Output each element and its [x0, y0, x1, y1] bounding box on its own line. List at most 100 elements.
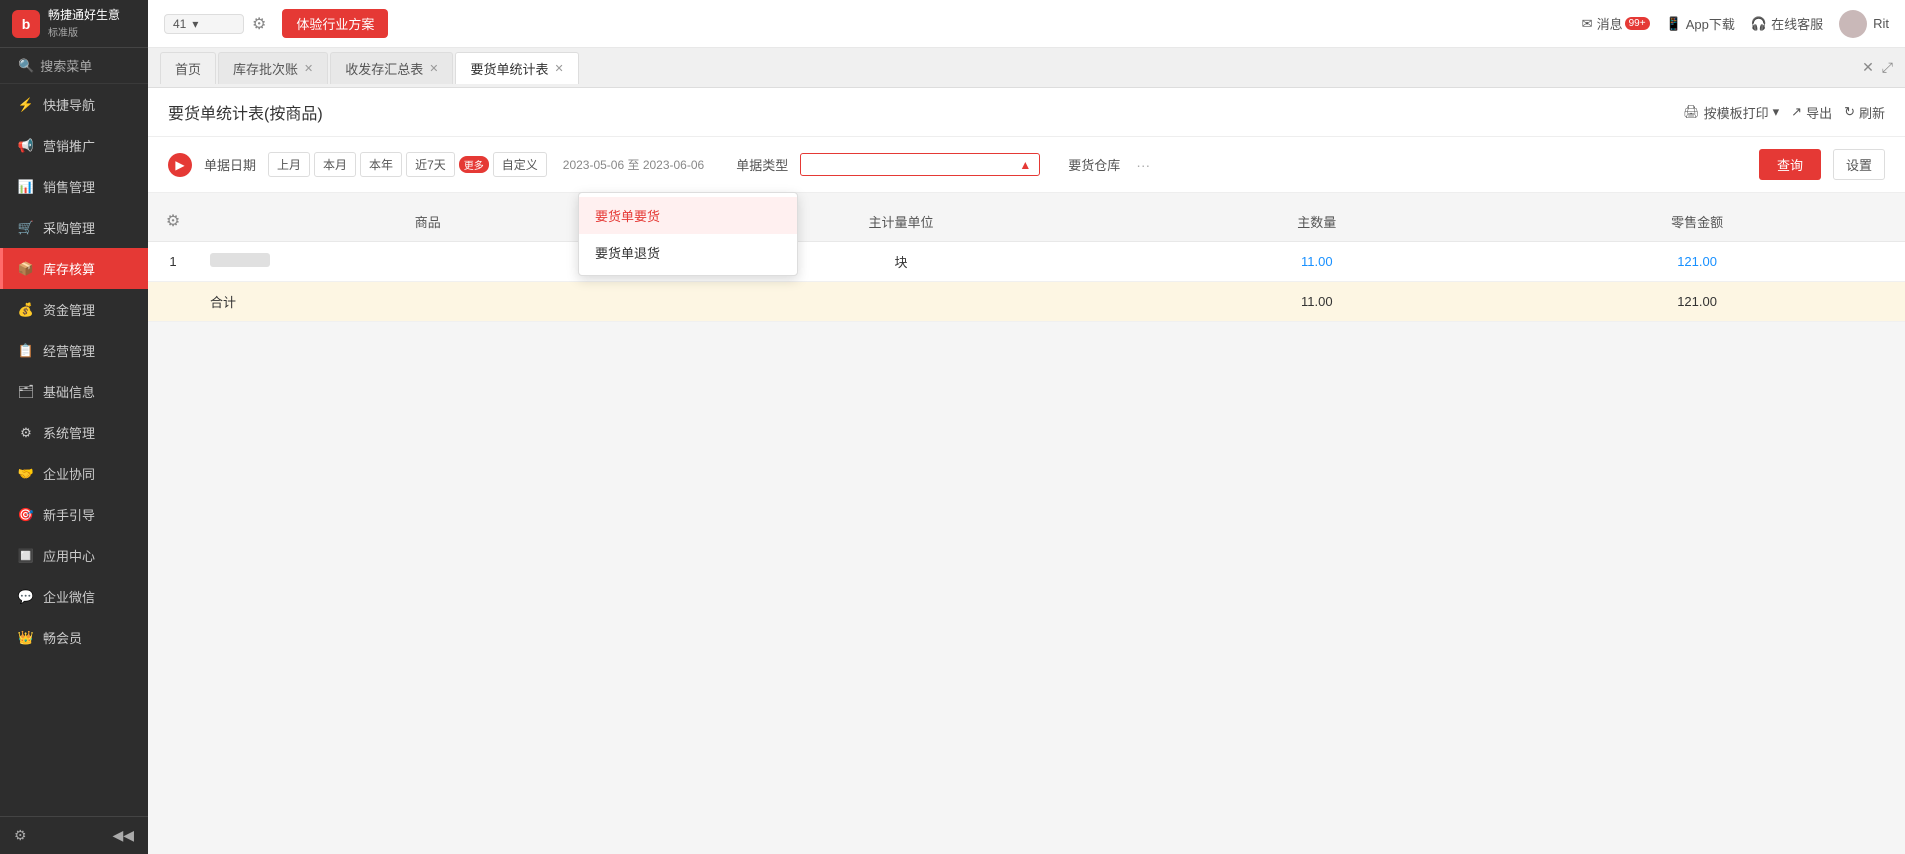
col-settings-icon[interactable]: ⚙	[166, 213, 180, 230]
topbar-right: ✉ 消息 99+ 📱 App下载 🎧 在线客服 Rit	[1582, 10, 1889, 38]
online-service-label: 在线客服	[1771, 14, 1823, 33]
export-label: 导出	[1806, 103, 1832, 122]
search-icon: 🔍	[18, 58, 34, 74]
bill-type-input[interactable]	[809, 157, 1015, 172]
bill-type-input-group: ▲	[800, 153, 1040, 176]
sidebar-bottom: ⚙ ◀◀	[0, 816, 148, 854]
col-header-amount: 零售金额	[1489, 201, 1905, 242]
nav-icon-9: 🤝	[17, 465, 35, 483]
page-actions: 🖨 按模板打印 ▾ ↗ 导出 ↻ 刷新	[1683, 103, 1885, 122]
query-button[interactable]: 查询	[1759, 149, 1821, 180]
print-button[interactable]: 🖨 按模板打印 ▾	[1683, 103, 1779, 122]
warehouse-label: 要货仓库	[1068, 155, 1120, 174]
sidebar-search[interactable]: 🔍 搜索菜单	[0, 48, 148, 84]
sidebar-item-经营管理[interactable]: 📋经营管理	[0, 330, 148, 371]
sidebar-item-企业微信[interactable]: 💬企业微信	[0, 576, 148, 617]
service-icon: 🎧	[1751, 16, 1767, 32]
date-btn-本月[interactable]: 本月	[314, 152, 356, 177]
sidebar: b 畅捷通好生意 标准版 🔍 搜索菜单 ⚡快捷导航📢营销推广📊销售管理🛒采购管理…	[0, 0, 148, 854]
nav-label-2: 销售管理	[43, 177, 95, 196]
nav-label-0: 快捷导航	[43, 95, 95, 114]
collapse-icon[interactable]: ◀◀	[112, 827, 134, 844]
sidebar-nav: ⚡快捷导航📢营销推广 📊 销售管理 🛒采购管理📦库存核算💰资金管理📋经营管理 🗂 基础信息…	[0, 84, 148, 816]
sidebar-item-企业协同[interactable]: 🤝企业协同	[0, 453, 148, 494]
col-header-settings: ⚙	[148, 201, 198, 242]
promo-button[interactable]: 体验行业方案	[282, 9, 388, 38]
messages-label: 消息	[1597, 14, 1623, 33]
print-label: 按模板打印	[1704, 103, 1769, 122]
tab-controls: ✕ ⤢	[1862, 59, 1893, 76]
export-button[interactable]: ↗ 导出	[1791, 103, 1832, 122]
nav-label-7: 基础信息	[43, 382, 95, 401]
tab-3[interactable]: 要货单统计表✕	[455, 52, 578, 84]
filter-expand-button[interactable]: ▶	[168, 153, 192, 177]
more-badge-4[interactable]: 更多	[459, 156, 489, 173]
print-chevron-icon: ▾	[1773, 104, 1780, 120]
settings-icon[interactable]: ⚙	[14, 827, 27, 844]
tab-0[interactable]: 首页	[160, 52, 216, 84]
sidebar-item-库存核算[interactable]: 📦库存核算	[0, 248, 148, 289]
chevron-down-icon: ▾	[192, 17, 198, 31]
warehouse-more-icon[interactable]: ···	[1136, 157, 1150, 173]
nav-label-8: 系统管理	[43, 423, 95, 442]
nav-label-4: 库存核算	[43, 259, 95, 278]
nav-label-11: 应用中心	[43, 546, 95, 565]
sidebar-item-销售管理[interactable]: 📊 销售管理	[0, 166, 148, 207]
sidebar-search-label: 搜索菜单	[40, 56, 92, 75]
date-btn-上月[interactable]: 上月	[268, 152, 310, 177]
message-icon: ✉	[1582, 16, 1593, 32]
download-icon: 📱	[1666, 16, 1682, 32]
sidebar-item-采购管理[interactable]: 🛒采购管理	[0, 207, 148, 248]
print-icon: 🖨	[1683, 104, 1700, 120]
tab-close-2[interactable]: ✕	[429, 62, 438, 75]
app-download-label: App下载	[1686, 14, 1735, 33]
expand-tab-icon[interactable]: ⤢	[1882, 59, 1893, 76]
dropdown-item-1[interactable]: 要货单退货	[579, 234, 797, 271]
nav-label-13: 畅会员	[43, 628, 82, 647]
sidebar-item-新手引导[interactable]: 🎯 新手引导	[0, 494, 148, 535]
app-download-button[interactable]: 📱 App下载	[1666, 14, 1735, 33]
nav-icon-13: 👑	[17, 629, 35, 647]
tab-close-1[interactable]: ✕	[304, 62, 313, 75]
sidebar-item-应用中心[interactable]: 🔲应用中心	[0, 535, 148, 576]
tab-label-0: 首页	[175, 59, 201, 78]
nav-label-1: 营销推广	[43, 136, 95, 155]
nav-label-10: 新手引导	[43, 505, 95, 524]
row-quantity-0: 11.00	[1144, 242, 1489, 282]
page-header: 要货单统计表(按商品) 🖨 按模板打印 ▾ ↗ 导出 ↻ 刷新	[148, 88, 1905, 137]
tabs-count-selector[interactable]: 41 ▾	[164, 14, 244, 34]
online-service-button[interactable]: 🎧 在线客服	[1751, 14, 1823, 33]
dropdown-item-0[interactable]: 要货单要货	[579, 197, 797, 234]
date-btn-近7天[interactable]: 近7天	[406, 152, 455, 177]
user-avatar[interactable]: Rit	[1839, 10, 1889, 38]
sidebar-item-基础信息[interactable]: 🗂 基础信息	[0, 371, 148, 412]
date-btn-本年[interactable]: 本年	[360, 152, 402, 177]
sidebar-item-畅会员[interactable]: 👑 畅会员	[0, 617, 148, 658]
page-content: 要货单统计表(按商品) 🖨 按模板打印 ▾ ↗ 导出 ↻ 刷新 ▶	[148, 88, 1905, 854]
total-label: 合计	[198, 282, 658, 322]
nav-icon-10: 🎯	[17, 506, 35, 524]
table-container: ⚙ 商品 主计量单位 主数量 零售金额 1 块 11.00 121.00	[148, 201, 1905, 322]
nav-icon-2: 📊	[17, 178, 35, 196]
page-title: 要货单统计表(按商品)	[168, 100, 323, 124]
topbar-gear-icon[interactable]: ⚙	[252, 14, 266, 34]
tab-2[interactable]: 收发存汇总表✕	[330, 52, 453, 84]
close-tab-icon[interactable]: ✕	[1862, 59, 1874, 76]
sidebar-item-资金管理[interactable]: 💰资金管理	[0, 289, 148, 330]
nav-icon-7: 🗂	[17, 383, 35, 401]
bill-type-dropdown-icon[interactable]: ▲	[1019, 158, 1031, 172]
refresh-button[interactable]: ↻ 刷新	[1844, 103, 1885, 122]
export-icon: ↗	[1791, 104, 1802, 120]
topbar: 41 ▾ ⚙ 体验行业方案 ✉ 消息 99+ 📱 App下载 🎧 在线客服 Ri…	[148, 0, 1905, 48]
filter-settings-button[interactable]: 设置	[1833, 149, 1885, 180]
tab-1[interactable]: 库存批次账✕	[218, 52, 328, 84]
sidebar-item-营销推广[interactable]: 📢营销推广	[0, 125, 148, 166]
tabs-count: 41	[173, 17, 186, 31]
sidebar-item-系统管理[interactable]: ⚙系统管理	[0, 412, 148, 453]
date-label: 单据日期	[204, 155, 256, 174]
tab-close-3[interactable]: ✕	[555, 62, 564, 75]
date-btn-自定义[interactable]: 自定义	[493, 152, 547, 177]
messages-button[interactable]: ✉ 消息 99+	[1582, 14, 1650, 33]
product-placeholder	[210, 253, 270, 267]
sidebar-item-快捷导航[interactable]: ⚡快捷导航	[0, 84, 148, 125]
